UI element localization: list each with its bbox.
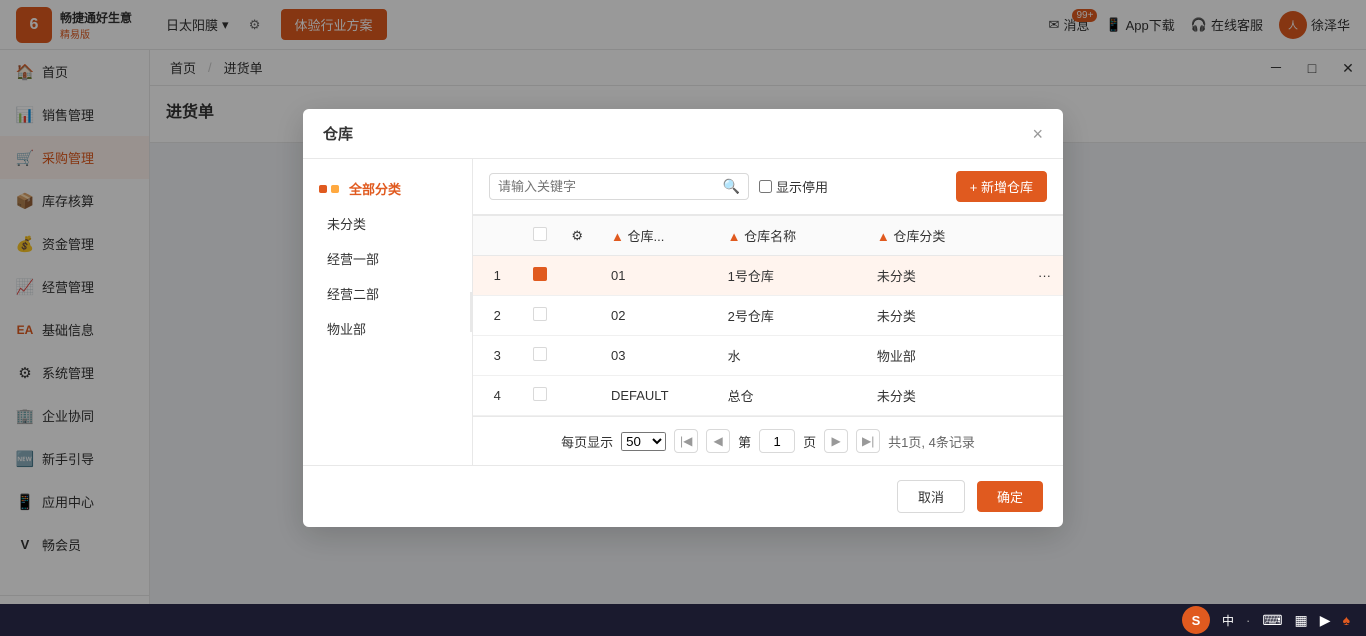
cell-name: 2号仓库 xyxy=(716,296,865,336)
col-header-code[interactable]: ▲ 仓库... xyxy=(599,216,716,256)
row-checkbox[interactable] xyxy=(533,387,547,401)
cell-more[interactable] xyxy=(1014,296,1063,336)
category-item-ops2[interactable]: 经营二部 xyxy=(303,276,472,311)
keyboard-icon[interactable]: ⌨ xyxy=(1262,612,1282,629)
col-header-num xyxy=(473,216,521,256)
cell-num: 4 xyxy=(473,376,521,416)
table-panel: 🔍 显示停用 + 新增仓库 xyxy=(473,159,1063,465)
per-page-select[interactable]: 50 100 200 xyxy=(621,432,666,451)
cell-checkbox[interactable] xyxy=(521,376,559,416)
col-header-more xyxy=(1014,216,1063,256)
cell-checkbox[interactable] xyxy=(521,336,559,376)
page-total: 共1页, 4条记录 xyxy=(888,432,975,451)
cell-checkbox[interactable] xyxy=(521,296,559,336)
cell-gear xyxy=(559,296,599,336)
category-dot2 xyxy=(331,185,339,193)
cell-more[interactable] xyxy=(1014,376,1063,416)
category-dot1 xyxy=(319,185,327,193)
cell-code: 02 xyxy=(599,296,716,336)
all-categories-item[interactable]: 全部分类 xyxy=(303,171,472,206)
cell-code: 03 xyxy=(599,336,716,376)
dot-icon: · xyxy=(1246,613,1250,628)
modal-header: 仓库 × xyxy=(303,109,1063,159)
play-icon[interactable]: ▶ xyxy=(1320,612,1331,629)
row-checkbox[interactable] xyxy=(533,267,547,281)
spade-icon[interactable]: ♠ xyxy=(1343,612,1350,628)
show-disabled-checkbox[interactable]: 显示停用 xyxy=(759,177,828,196)
cell-gear xyxy=(559,376,599,416)
table-header-row: ⚙ ▲ 仓库... ▲ 仓库名称 xyxy=(473,216,1063,256)
select-all-checkbox[interactable] xyxy=(533,227,547,241)
search-input-wrap: 🔍 xyxy=(489,173,749,200)
search-icon[interactable]: 🔍 xyxy=(723,178,740,195)
search-input[interactable] xyxy=(498,179,719,194)
table-scroll-area[interactable]: ⚙ ▲ 仓库... ▲ 仓库名称 xyxy=(473,215,1063,416)
cell-code: DEFAULT xyxy=(599,376,716,416)
chinese-input-icon[interactable]: 中 xyxy=(1222,612,1234,629)
modal-overlay: 仓库 × 全部分类 未分类 经营一部 经营二部 物业部 《 xyxy=(0,0,1366,636)
cell-category: 未分类 xyxy=(865,376,1014,416)
col-header-checkbox xyxy=(521,216,559,256)
gear-icon: ⚙ xyxy=(571,228,583,243)
cell-more[interactable] xyxy=(1014,336,1063,376)
s-logo[interactable]: S xyxy=(1182,606,1210,634)
add-warehouse-button[interactable]: + 新增仓库 xyxy=(956,171,1047,202)
category-item-unclassified[interactable]: 未分类 xyxy=(303,206,472,241)
table-toolbar: 🔍 显示停用 + 新增仓库 xyxy=(473,159,1063,215)
table-body: 1 01 1号仓库 未分类 ··· 2 02 2号仓库 未分类 3 xyxy=(473,256,1063,416)
col-header-gear: ⚙ xyxy=(559,216,599,256)
cell-name: 1号仓库 xyxy=(716,256,865,296)
cell-name: 水 xyxy=(716,336,865,376)
row-checkbox[interactable] xyxy=(533,307,547,321)
cell-gear xyxy=(559,336,599,376)
cell-category: 未分类 xyxy=(865,296,1014,336)
confirm-button[interactable]: 确定 xyxy=(977,481,1043,512)
grid-icon[interactable]: ▦ xyxy=(1295,612,1308,629)
category-item-ops1[interactable]: 经营一部 xyxy=(303,241,472,276)
table-row[interactable]: 2 02 2号仓库 未分类 xyxy=(473,296,1063,336)
cell-more[interactable]: ··· xyxy=(1014,256,1063,296)
show-disabled-check[interactable] xyxy=(759,180,772,193)
cell-checkbox[interactable] xyxy=(521,256,559,296)
col-header-category[interactable]: ▲ 仓库分类 xyxy=(865,216,1014,256)
page-number-input[interactable] xyxy=(759,429,795,453)
modal-footer: 取消 确定 xyxy=(303,465,1063,527)
table-row[interactable]: 1 01 1号仓库 未分类 ··· xyxy=(473,256,1063,296)
table-row[interactable]: 4 DEFAULT 总仓 未分类 xyxy=(473,376,1063,416)
cell-gear xyxy=(559,256,599,296)
table-row[interactable]: 3 03 水 物业部 xyxy=(473,336,1063,376)
col-header-name[interactable]: ▲ 仓库名称 xyxy=(716,216,865,256)
bottom-bar: S 中 · ⌨ ▦ ▶ ♠ xyxy=(0,604,1366,636)
first-page-button[interactable]: |◀ xyxy=(674,429,698,453)
category-item-property[interactable]: 物业部 xyxy=(303,311,472,346)
last-page-button[interactable]: ▶| xyxy=(856,429,880,453)
warehouse-table: ⚙ ▲ 仓库... ▲ 仓库名称 xyxy=(473,215,1063,416)
cell-category: 物业部 xyxy=(865,336,1014,376)
cell-num: 2 xyxy=(473,296,521,336)
cell-num: 3 xyxy=(473,336,521,376)
row-checkbox[interactable] xyxy=(533,347,547,361)
cell-code: 01 xyxy=(599,256,716,296)
pagination: 每页显示 50 100 200 |◀ ◀ 第 页 ▶ ▶| 共1页, 4条记录 xyxy=(473,416,1063,465)
next-page-button[interactable]: ▶ xyxy=(824,429,848,453)
warehouse-modal: 仓库 × 全部分类 未分类 经营一部 经营二部 物业部 《 xyxy=(303,109,1063,527)
cell-name: 总仓 xyxy=(716,376,865,416)
cell-num: 1 xyxy=(473,256,521,296)
category-panel: 全部分类 未分类 经营一部 经营二部 物业部 《 xyxy=(303,159,473,465)
cancel-button[interactable]: 取消 xyxy=(897,480,965,513)
modal-body: 全部分类 未分类 经营一部 经营二部 物业部 《 🔍 xyxy=(303,159,1063,465)
cell-category: 未分类 xyxy=(865,256,1014,296)
prev-page-button[interactable]: ◀ xyxy=(706,429,730,453)
modal-close-button[interactable]: × xyxy=(1032,125,1043,143)
modal-title: 仓库 xyxy=(323,123,353,144)
